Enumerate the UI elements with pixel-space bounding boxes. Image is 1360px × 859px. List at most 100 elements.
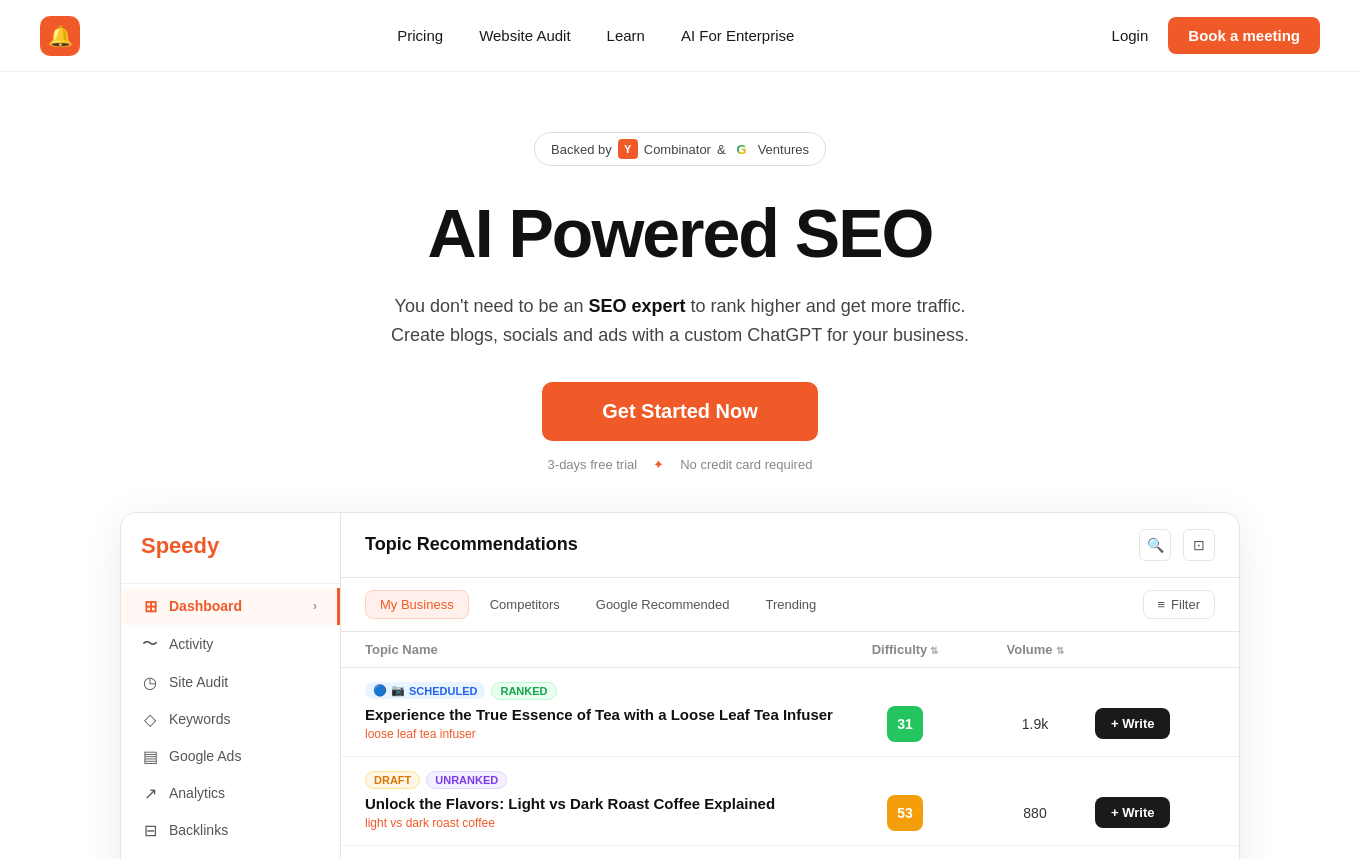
trial-label: 3-days free trial (548, 457, 638, 472)
row1-badges: 🔵 📷 SCHEDULED RANKED (365, 682, 1215, 700)
site-audit-icon: ◷ (141, 673, 159, 692)
dashboard-card: Speedy ⊞ Dashboard › 〜 Activity ◷ Site A… (120, 512, 1240, 859)
table-row: 🔵 📷 SCHEDULED UNRANKED (341, 846, 1239, 859)
badge-draft-2: DRAFT (365, 771, 420, 789)
row2-badges: DRAFT UNRANKED (365, 771, 1215, 789)
badge-ranked-1: RANKED (491, 682, 556, 700)
hero-sub-text: 3-days free trial ✦ No credit card requi… (20, 457, 1340, 472)
navbar: 🔔 Pricing Website Audit Learn AI For Ent… (0, 0, 1360, 72)
sidebar-item-site-audit[interactable]: ◷ Site Audit (121, 664, 340, 701)
cta-button[interactable]: Get Started Now (542, 382, 818, 441)
sidebar-item-backlinks[interactable]: ⊟ Backlinks (121, 812, 340, 849)
row2-main: Unlock the Flavors: Light vs Dark Roast … (365, 795, 1215, 831)
row1-keyword: loose leaf tea infuser (365, 727, 835, 741)
sidebar-label-google-ads: Google Ads (169, 748, 241, 764)
nav-ai-enterprise[interactable]: AI For Enterprise (681, 27, 794, 44)
sidebar: Speedy ⊞ Dashboard › 〜 Activity ◷ Site A… (121, 513, 341, 859)
backlinks-icon: ⊟ (141, 821, 159, 840)
filter-button[interactable]: ≡ Filter (1143, 590, 1215, 619)
search-icon[interactable]: 🔍 (1139, 529, 1171, 561)
sidebar-item-google-ads[interactable]: ▤ Google Ads (121, 738, 340, 775)
sidebar-label-activity: Activity (169, 636, 213, 652)
sidebar-item-analytics[interactable]: ↗ Analytics (121, 775, 340, 812)
row1-title: Experience the True Essence of Tea with … (365, 706, 835, 723)
desc-3: Create blogs, socials and ads with a cus… (391, 325, 969, 345)
tabs-row: My Business Competitors Google Recommend… (341, 578, 1239, 632)
combinator-label: Combinator (644, 142, 711, 157)
table-header: Topic Name Difficulty⇅ Volume⇅ (341, 632, 1239, 668)
table-row: 🔵 📷 SCHEDULED RANKED Experience the True… (341, 668, 1239, 757)
ig-icon: 📷 (391, 684, 405, 697)
row2-action: + Write (1095, 797, 1215, 828)
login-button[interactable]: Login (1112, 27, 1149, 44)
tab-my-business[interactable]: My Business (365, 590, 469, 619)
col-header-difficulty[interactable]: Difficulty⇅ (835, 642, 975, 657)
topbar: Topic Recommendations 🔍 ⊡ (341, 513, 1239, 578)
sidebar-item-dashboard[interactable]: ⊞ Dashboard › (121, 588, 340, 625)
topbar-actions: 🔍 ⊡ (1139, 529, 1215, 561)
sidebar-item-activity[interactable]: 〜 Activity (121, 625, 340, 664)
row2-volume: 880 (975, 805, 1095, 821)
hero-section: Backed by Y Combinator & G Ventures AI P… (0, 72, 1360, 512)
yc-logo: Y (618, 139, 638, 159)
filter-icon: ≡ (1158, 597, 1166, 612)
col-header-topic: Topic Name (365, 642, 835, 657)
tab-competitors[interactable]: Competitors (475, 590, 575, 619)
main-content: Topic Recommendations 🔍 ⊡ My Business Co… (341, 513, 1239, 859)
filter-label: Filter (1171, 597, 1200, 612)
hero-description: You don't need to be an SEO expert to ra… (20, 292, 1340, 350)
sidebar-item-integrations[interactable]: ⊞ Integrations (121, 849, 340, 859)
dashboard-icon: ⊞ (141, 597, 159, 616)
sidebar-logo: Speedy (121, 533, 340, 579)
badge-unranked-2: UNRANKED (426, 771, 507, 789)
row1-topic: Experience the True Essence of Tea with … (365, 706, 835, 741)
row1-write-button[interactable]: + Write (1095, 708, 1170, 739)
sidebar-label-dashboard: Dashboard (169, 598, 242, 614)
row1-difficulty: 31 (835, 706, 975, 742)
desc-2: to rank higher and get more traffic. (686, 296, 966, 316)
keywords-icon: ◇ (141, 710, 159, 729)
row2-write-button[interactable]: + Write (1095, 797, 1170, 828)
row1-main: Experience the True Essence of Tea with … (365, 706, 1215, 742)
and-label: & (717, 142, 726, 157)
logo-icon[interactable]: 🔔 (40, 16, 80, 56)
nav-website-audit[interactable]: Website Audit (479, 27, 570, 44)
separator-dot: ✦ (653, 457, 664, 472)
activity-icon: 〜 (141, 634, 159, 655)
row2-title: Unlock the Flavors: Light vs Dark Roast … (365, 795, 835, 812)
backed-badge: Backed by Y Combinator & G Ventures (534, 132, 826, 166)
sidebar-divider (121, 583, 340, 584)
nav-pricing[interactable]: Pricing (397, 27, 443, 44)
nav-learn[interactable]: Learn (607, 27, 645, 44)
sidebar-label-backlinks: Backlinks (169, 822, 228, 838)
badge-scheduled-1: 🔵 📷 SCHEDULED (365, 682, 485, 699)
google-ads-icon: ▤ (141, 747, 159, 766)
topbar-title: Topic Recommendations (365, 534, 578, 555)
backed-text: Backed by (551, 142, 612, 157)
dashboard-wrapper: Speedy ⊞ Dashboard › 〜 Activity ◷ Site A… (100, 512, 1260, 859)
nav-links: Pricing Website Audit Learn AI For Enter… (397, 27, 794, 44)
sidebar-label-site-audit: Site Audit (169, 674, 228, 690)
export-icon[interactable]: ⊡ (1183, 529, 1215, 561)
dashboard-arrow: › (313, 599, 317, 613)
col-header-volume[interactable]: Volume⇅ (975, 642, 1095, 657)
no-cc-label: No credit card required (680, 457, 812, 472)
sidebar-label-keywords: Keywords (169, 711, 230, 727)
desc-bold: SEO expert (589, 296, 686, 316)
row1-action: + Write (1095, 708, 1215, 739)
row1-volume: 1.9k (975, 716, 1095, 732)
sidebar-item-keywords[interactable]: ◇ Keywords (121, 701, 340, 738)
row2-keyword: light vs dark roast coffee (365, 816, 835, 830)
row2-topic: Unlock the Flavors: Light vs Dark Roast … (365, 795, 835, 830)
tabs: My Business Competitors Google Recommend… (365, 590, 831, 619)
analytics-icon: ↗ (141, 784, 159, 803)
hero-headline: AI Powered SEO (20, 194, 1340, 272)
table-row: DRAFT UNRANKED Unlock the Flavors: Light… (341, 757, 1239, 846)
nav-actions: Login Book a meeting (1112, 17, 1320, 54)
ventures-label: Ventures (758, 142, 809, 157)
book-meeting-button[interactable]: Book a meeting (1168, 17, 1320, 54)
tab-google-recommended[interactable]: Google Recommended (581, 590, 745, 619)
desc-1: You don't need to be an (395, 296, 589, 316)
google-logo: G (732, 139, 752, 159)
tab-trending[interactable]: Trending (750, 590, 831, 619)
